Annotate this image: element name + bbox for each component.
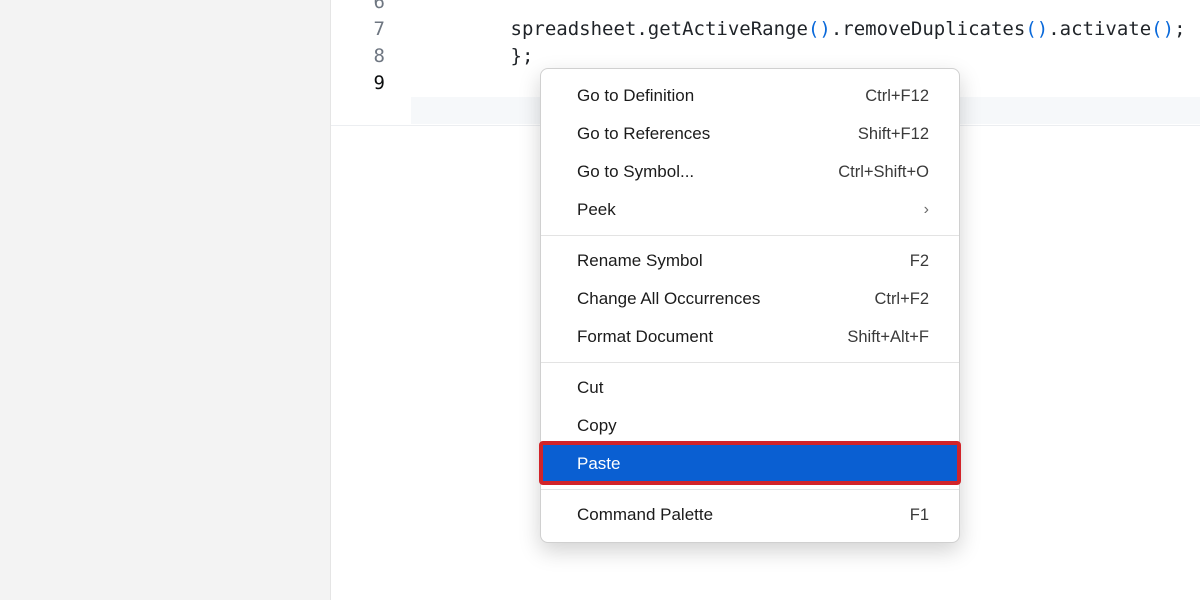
line-number: 9 bbox=[331, 70, 385, 97]
code-fragment: spreadsheet.getActiveRange bbox=[511, 18, 808, 40]
menu-item-label: Change All Occurrences bbox=[577, 289, 760, 309]
menu-item-shortcut: F2 bbox=[910, 252, 929, 271]
menu-go-to-symbol[interactable]: Go to Symbol... Ctrl+Shift+O bbox=[541, 153, 959, 191]
menu-item-label: Peek bbox=[577, 200, 616, 220]
menu-separator bbox=[541, 362, 959, 363]
menu-item-label: Go to References bbox=[577, 124, 710, 144]
menu-separator bbox=[541, 235, 959, 236]
menu-item-shortcut: Shift+Alt+F bbox=[847, 328, 929, 347]
code-dot: . bbox=[831, 18, 842, 40]
line-number: 6 bbox=[331, 0, 385, 16]
menu-cut[interactable]: Cut bbox=[541, 369, 959, 407]
line-number: 7 bbox=[331, 16, 385, 43]
menu-rename-symbol[interactable]: Rename Symbol F2 bbox=[541, 242, 959, 280]
line-number-gutter: 6789 bbox=[331, 0, 401, 97]
menu-peek[interactable]: Peek › bbox=[541, 191, 959, 229]
menu-item-label: Paste bbox=[577, 454, 620, 474]
menu-item-shortcut: F1 bbox=[910, 506, 929, 525]
code-semicolon: ; bbox=[1174, 18, 1185, 40]
menu-item-label: Copy bbox=[577, 416, 617, 436]
menu-item-label: Go to Symbol... bbox=[577, 162, 694, 182]
code-line-8[interactable] bbox=[419, 43, 1200, 70]
menu-format-document[interactable]: Format Document Shift+Alt+F bbox=[541, 318, 959, 356]
menu-item-shortcut: Ctrl+F12 bbox=[865, 87, 929, 106]
menu-go-to-references[interactable]: Go to References Shift+F12 bbox=[541, 115, 959, 153]
code-line-6[interactable]: spreadsheet.getActiveRange().removeDupli… bbox=[419, 0, 1200, 16]
editor-context-menu[interactable]: Go to Definition Ctrl+F12 Go to References… bbox=[540, 68, 960, 543]
menu-item-shortcut: Ctrl+Shift+O bbox=[838, 163, 929, 182]
menu-command-palette[interactable]: Command Palette F1 bbox=[541, 496, 959, 534]
code-paren: () bbox=[808, 18, 831, 40]
code-paren: () bbox=[1151, 18, 1174, 40]
menu-separator bbox=[541, 489, 959, 490]
menu-item-label: Cut bbox=[577, 378, 603, 398]
menu-item-label: Rename Symbol bbox=[577, 251, 703, 271]
menu-item-label: Command Palette bbox=[577, 505, 713, 525]
chevron-right-icon: › bbox=[924, 201, 929, 219]
menu-item-shortcut: Shift+F12 bbox=[858, 125, 929, 144]
code-fragment: removeDuplicates bbox=[842, 18, 1025, 40]
code-fragment: }; bbox=[511, 45, 534, 67]
line-number: 8 bbox=[331, 43, 385, 70]
menu-paste[interactable]: Paste bbox=[541, 445, 959, 483]
menu-go-to-definition[interactable]: Go to Definition Ctrl+F12 bbox=[541, 77, 959, 115]
menu-item-shortcut: Ctrl+F2 bbox=[874, 290, 929, 309]
menu-copy[interactable]: Copy bbox=[541, 407, 959, 445]
code-fragment: activate bbox=[1060, 18, 1152, 40]
code-dot: . bbox=[1048, 18, 1059, 40]
code-paren: () bbox=[1025, 18, 1048, 40]
menu-item-label: Go to Definition bbox=[577, 86, 694, 106]
menu-item-label: Format Document bbox=[577, 327, 713, 347]
menu-change-all-occurrences[interactable]: Change All Occurrences Ctrl+F2 bbox=[541, 280, 959, 318]
